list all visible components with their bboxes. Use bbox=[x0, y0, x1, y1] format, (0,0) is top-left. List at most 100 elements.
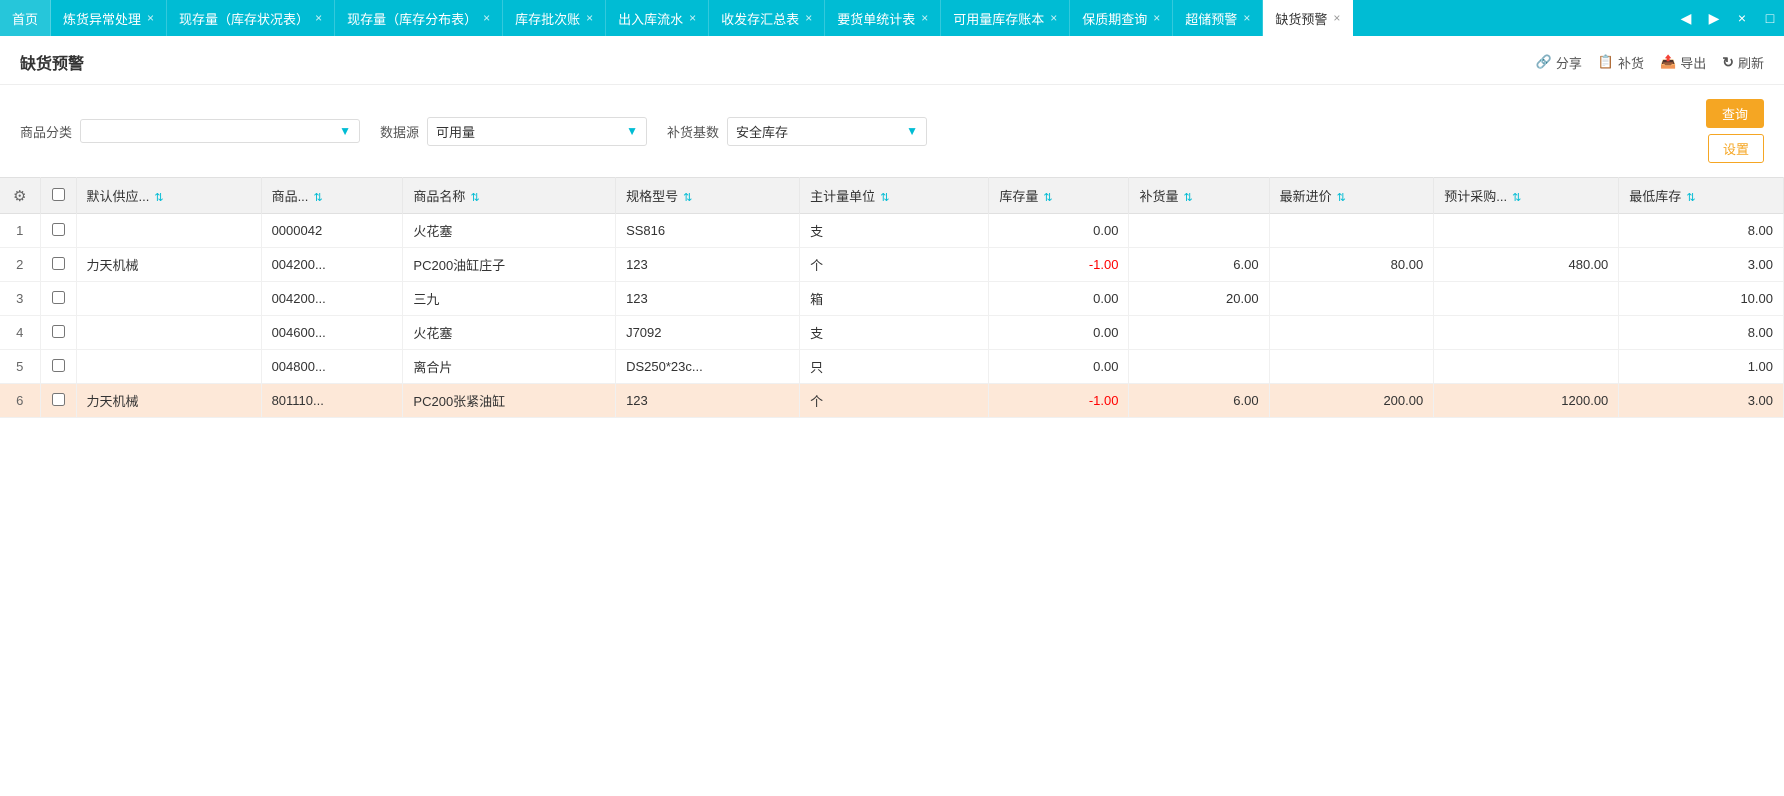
tab-label-shoudiao: 收发存汇总表 bbox=[721, 9, 799, 28]
row-select-checkbox-4[interactable] bbox=[52, 359, 65, 372]
tab-prev-button[interactable]: ◀ bbox=[1672, 0, 1700, 36]
sort-icon-default_supplier[interactable]: ⇅ bbox=[151, 192, 163, 204]
cell-product_code-0: 0000042 bbox=[261, 214, 403, 248]
sort-icon-product_code[interactable]: ⇅ bbox=[310, 192, 322, 204]
tab-close-xianzun1[interactable]: × bbox=[315, 11, 322, 25]
row-number-4: 5 bbox=[0, 350, 40, 384]
settings-button[interactable]: 设置 bbox=[1708, 134, 1764, 163]
tab-keyong[interactable]: 可用量库存账本 × bbox=[941, 0, 1070, 36]
tab-maximize-button[interactable]: □ bbox=[1756, 0, 1784, 36]
share-action[interactable]: 🔗 分享 bbox=[1536, 53, 1582, 72]
replenish-base-select[interactable]: 安全库存 ▼ bbox=[727, 117, 927, 146]
row-select-checkbox-2[interactable] bbox=[52, 291, 65, 304]
cell-spec-0: SS816 bbox=[616, 214, 800, 248]
row-select-checkbox-5[interactable] bbox=[52, 393, 65, 406]
replenish-base-filter-group: 补货基数 安全库存 ▼ bbox=[667, 117, 927, 146]
tab-close-xianzun2[interactable]: × bbox=[483, 11, 490, 25]
tab-close-baozhiqi[interactable]: × bbox=[1153, 11, 1160, 25]
datasource-select[interactable]: 可用量 ▼ bbox=[427, 117, 647, 146]
tab-next-button[interactable]: ▶ bbox=[1700, 0, 1728, 36]
row-select-checkbox-3[interactable] bbox=[52, 325, 65, 338]
row-number-2: 3 bbox=[0, 282, 40, 316]
tab-close-current-button[interactable]: × bbox=[1728, 0, 1756, 36]
tab-yaohuo[interactable]: 要货单统计表 × bbox=[825, 0, 941, 36]
row-checkbox-2[interactable] bbox=[40, 282, 76, 316]
tab-pipei[interactable]: 库存批次账× bbox=[503, 0, 606, 36]
cell-default_supplier-1: 力天机械 bbox=[76, 248, 261, 282]
cell-unit-1: 个 bbox=[800, 248, 989, 282]
cell-estimated-4 bbox=[1434, 350, 1619, 384]
cell-latest_price-0 bbox=[1269, 214, 1434, 248]
row-checkbox-1[interactable] bbox=[40, 248, 76, 282]
column-header-estimated[interactable]: 预计采购... ⇅ bbox=[1434, 178, 1619, 214]
replenish-base-select-arrow-icon: ▼ bbox=[906, 124, 918, 138]
column-header-stock[interactable]: 库存量 ⇅ bbox=[989, 178, 1129, 214]
column-header-product_name[interactable]: 商品名称 ⇅ bbox=[403, 178, 616, 214]
tab-baozhiqi[interactable]: 保质期查询× bbox=[1070, 0, 1173, 36]
column-header-label-stock: 库存量 bbox=[999, 189, 1038, 204]
sort-icon-latest_price[interactable]: ⇅ bbox=[1334, 192, 1346, 204]
refresh-action[interactable]: ↻ 刷新 bbox=[1722, 53, 1764, 72]
tab-churuku[interactable]: 出入库流水× bbox=[606, 0, 709, 36]
row-select-checkbox-1[interactable] bbox=[52, 257, 65, 270]
tab-close-chaochucun[interactable]: × bbox=[1243, 11, 1250, 25]
tab-xianzun2[interactable]: 现存量（库存分布表） × bbox=[335, 0, 503, 36]
sort-icon-min_stock[interactable]: ⇅ bbox=[1683, 192, 1695, 204]
tab-close-churuku[interactable]: × bbox=[689, 11, 696, 25]
cell-replenish-1: 6.00 bbox=[1129, 248, 1269, 282]
header-actions: 🔗 分享 📋 补货 📤 导出 ↻ 刷新 bbox=[1536, 53, 1764, 72]
cell-spec-2: 123 bbox=[616, 282, 800, 316]
tab-close-keyong[interactable]: × bbox=[1050, 11, 1057, 25]
column-settings-icon[interactable]: ⚙ bbox=[0, 178, 40, 214]
row-checkbox-5[interactable] bbox=[40, 384, 76, 418]
tab-home[interactable]: 首页 bbox=[0, 0, 51, 36]
tab-lian[interactable]: 炼货异常处理× bbox=[51, 0, 167, 36]
column-header-latest_price[interactable]: 最新进价 ⇅ bbox=[1269, 178, 1434, 214]
sort-icon-replenish[interactable]: ⇅ bbox=[1180, 192, 1192, 204]
row-checkbox-3[interactable] bbox=[40, 316, 76, 350]
sort-icon-stock[interactable]: ⇅ bbox=[1040, 192, 1052, 204]
row-select-checkbox-0[interactable] bbox=[52, 223, 65, 236]
column-header-product_code[interactable]: 商品... ⇅ bbox=[261, 178, 403, 214]
category-select[interactable]: ▼ bbox=[80, 119, 360, 143]
tab-close-lian[interactable]: × bbox=[147, 11, 154, 25]
column-header-replenish[interactable]: 补货量 ⇅ bbox=[1129, 178, 1269, 214]
cell-min_stock-0: 8.00 bbox=[1619, 214, 1784, 248]
table-row: 3004200...三九123箱0.0020.0010.00 bbox=[0, 282, 1784, 316]
sort-icon-product_name[interactable]: ⇅ bbox=[467, 192, 479, 204]
datasource-filter-group: 数据源 可用量 ▼ bbox=[380, 117, 647, 146]
header-checkbox[interactable] bbox=[40, 178, 76, 214]
cell-min_stock-3: 8.00 bbox=[1619, 316, 1784, 350]
tab-quehuo[interactable]: 缺货预警× bbox=[1263, 0, 1353, 36]
cell-unit-4: 只 bbox=[800, 350, 989, 384]
sort-icon-estimated[interactable]: ⇅ bbox=[1509, 192, 1521, 204]
sort-icon-spec[interactable]: ⇅ bbox=[680, 192, 692, 204]
tab-close-shoudiao[interactable]: × bbox=[805, 11, 812, 25]
cell-stock-2: 0.00 bbox=[989, 282, 1129, 316]
column-header-unit[interactable]: 主计量单位 ⇅ bbox=[800, 178, 989, 214]
column-header-spec[interactable]: 规格型号 ⇅ bbox=[616, 178, 800, 214]
tab-close-yaohuo[interactable]: × bbox=[921, 11, 928, 25]
tab-close-pipei[interactable]: × bbox=[586, 11, 593, 25]
query-button[interactable]: 查询 bbox=[1706, 99, 1764, 128]
tab-xianzun1[interactable]: 现存量（库存状况表）× bbox=[167, 0, 335, 36]
row-checkbox-0[interactable] bbox=[40, 214, 76, 248]
tab-shoudiao[interactable]: 收发存汇总表 × bbox=[709, 0, 825, 36]
tab-bar: 首页炼货异常处理×现存量（库存状况表）×现存量（库存分布表）×库存批次账×出入库… bbox=[0, 0, 1784, 36]
tab-label-yaohuo: 要货单统计表 bbox=[837, 9, 915, 28]
replenish-label: 补货 bbox=[1618, 53, 1644, 72]
cell-product_name-3: 火花塞 bbox=[403, 316, 616, 350]
cell-estimated-2 bbox=[1434, 282, 1619, 316]
column-header-min_stock[interactable]: 最低库存 ⇅ bbox=[1619, 178, 1784, 214]
select-all-checkbox[interactable] bbox=[52, 188, 65, 201]
tab-label-xianzun2: 现存量（库存分布表） bbox=[347, 9, 477, 28]
replenish-action[interactable]: 📋 补货 bbox=[1598, 53, 1644, 72]
tab-chaochucun[interactable]: 超储预警× bbox=[1173, 0, 1263, 36]
sort-icon-unit[interactable]: ⇅ bbox=[877, 192, 889, 204]
export-action[interactable]: 📤 导出 bbox=[1660, 53, 1706, 72]
tab-label-keyong: 可用量库存账本 bbox=[953, 9, 1044, 28]
tab-close-quehuo[interactable]: × bbox=[1333, 11, 1340, 25]
row-checkbox-4[interactable] bbox=[40, 350, 76, 384]
column-header-default_supplier[interactable]: 默认供应... ⇅ bbox=[76, 178, 261, 214]
cell-default_supplier-3 bbox=[76, 316, 261, 350]
